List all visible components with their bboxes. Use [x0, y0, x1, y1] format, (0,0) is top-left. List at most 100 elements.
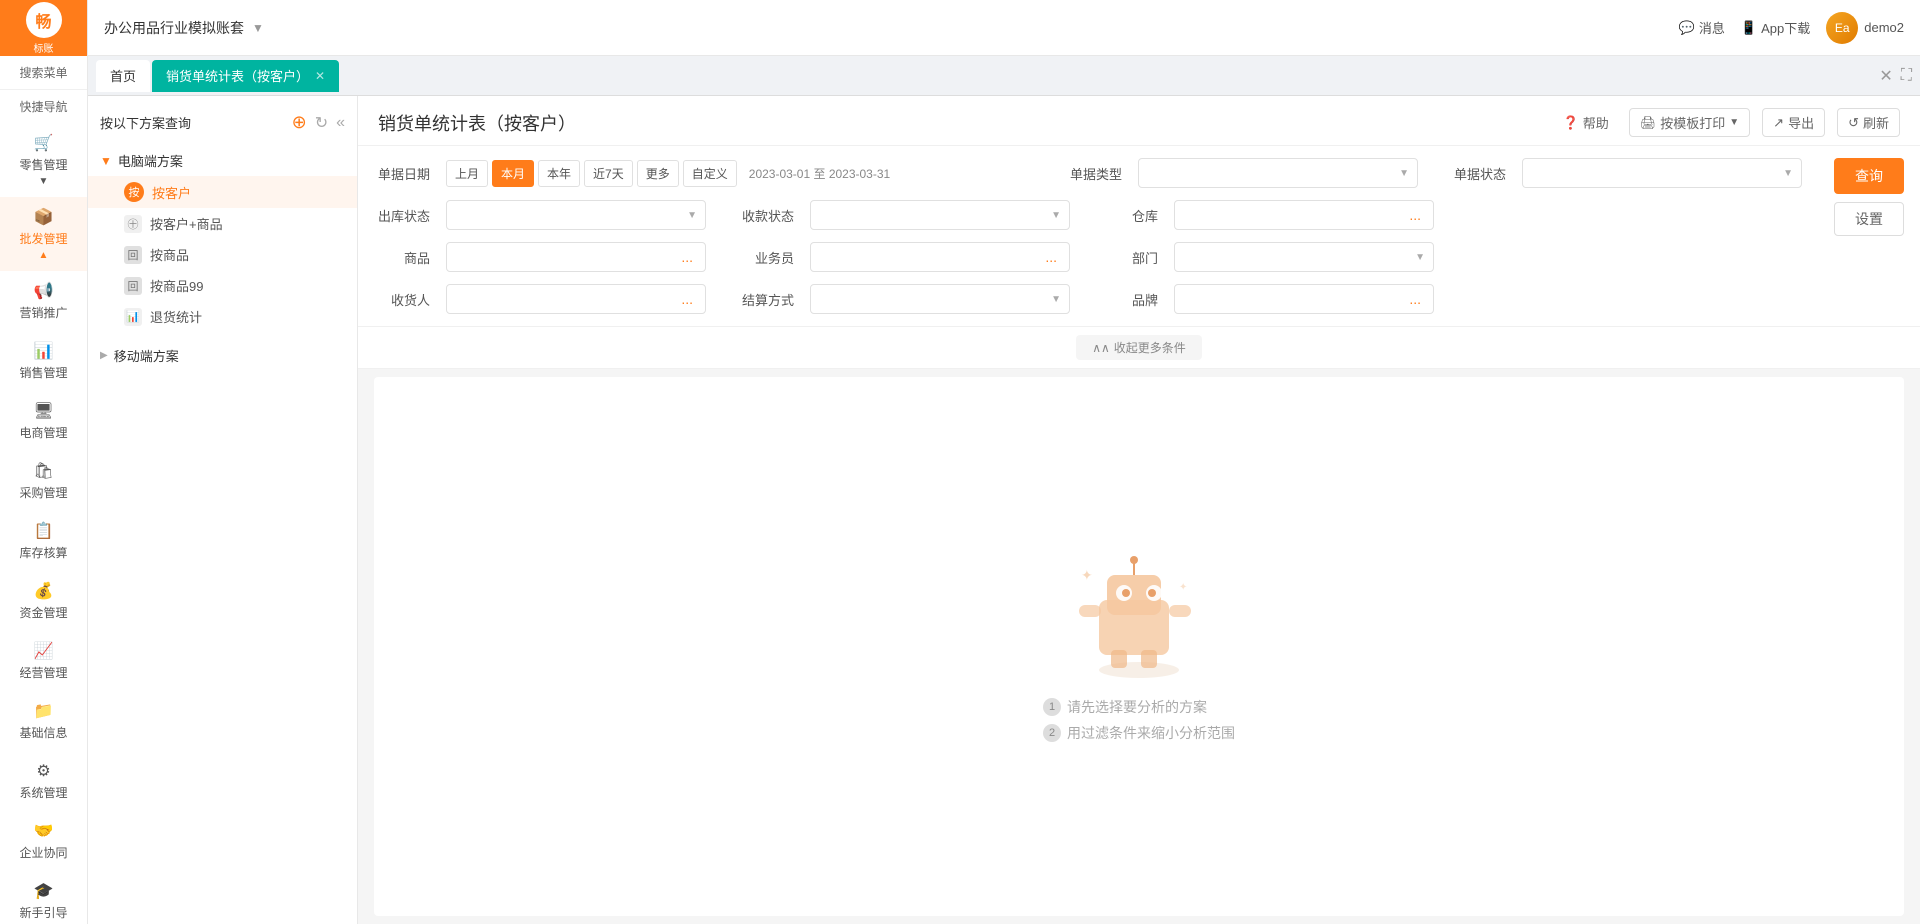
goods-dots[interactable]: ... [677, 249, 697, 265]
hint2-text: 用过滤条件来缩小分析范围 [1067, 723, 1235, 743]
tree-child-customer-goods[interactable]: ㊉ 按客户+商品 [88, 208, 357, 239]
consignee-dots[interactable]: ... [677, 291, 697, 307]
doc-status-select[interactable]: ▼ [1522, 158, 1802, 188]
tree-parent-mobile[interactable]: ▶ 移动端方案 [88, 340, 357, 371]
print-button[interactable]: 🖨 按模板打印 ▼ [1629, 108, 1750, 137]
sidebar-quick-nav[interactable]: 快捷导航 [0, 90, 87, 123]
help-button[interactable]: ❓ 帮助 [1555, 109, 1617, 136]
date-btn-this-year[interactable]: 本年 [538, 160, 580, 187]
avatar: Ea [1826, 12, 1858, 44]
topbar-left: 办公用品行业模拟账套 ▼ [104, 18, 264, 38]
add-scheme-icon[interactable]: ⊕ [292, 112, 307, 133]
consignee-select[interactable]: ... [446, 284, 706, 314]
search-menu-label[interactable]: 搜索菜单 [19, 66, 67, 80]
consignee-label: 收货人 [374, 290, 430, 309]
settlement-select[interactable]: ▼ [810, 284, 1070, 314]
brand-dots[interactable]: ... [1405, 291, 1425, 307]
sidebar-item-retail[interactable]: 🛒 零售管理 ▼ [0, 123, 87, 197]
query-button[interactable]: 查询 [1834, 158, 1904, 194]
tree-child-label: 按商品 [150, 245, 189, 264]
user-profile[interactable]: Ea demo2 [1826, 12, 1904, 44]
sidebar-item-basics[interactable]: 📁 基础信息 [0, 691, 87, 751]
warehouse-select[interactable]: ... [1174, 200, 1434, 230]
out-status-select[interactable]: ▼ [446, 200, 706, 230]
export-icon: ↗ [1773, 115, 1784, 131]
settlement-arrow-icon: ▼ [1051, 294, 1061, 305]
brand-select[interactable]: ... [1174, 284, 1434, 314]
left-panel-header: 按以下方案查询 ⊕ ↻ « [88, 104, 357, 141]
dept-select[interactable]: ▼ [1174, 242, 1434, 272]
sidebar-item-inventory[interactable]: 📋 库存核算 [0, 511, 87, 571]
basics-icon: 📁 [34, 701, 54, 721]
sidebar-item-marketing[interactable]: 📢 营销推广 [0, 271, 87, 331]
refresh-button[interactable]: ↺ 刷新 [1837, 108, 1900, 137]
sales-icon: 📊 [34, 341, 54, 361]
tree-child-by-customer[interactable]: 按 按客户 [88, 176, 357, 208]
tab-sales-stats[interactable]: 销货单统计表（按客户） ✕ [152, 60, 339, 92]
sidebar-search[interactable]: 搜索菜单 [0, 56, 87, 90]
sidebar-item-label: 销售管理 [19, 364, 67, 381]
sidebar-item-enterprise[interactable]: 🤝 企业协同 [0, 811, 87, 871]
date-btn-this-month[interactable]: 本月 [492, 160, 534, 187]
tabbar: 首页 销货单统计表（按客户） ✕ ✕ ⛶ [88, 56, 1920, 96]
tree-child-goods99[interactable]: 回 按商品99 [88, 270, 357, 301]
sidebar-item-operations[interactable]: 📈 经营管理 [0, 631, 87, 691]
warehouse-label: 仓库 [1102, 206, 1158, 225]
empty-state: ✦ ✦ 1 请先选择要分析的方案 2 [1043, 545, 1235, 749]
app-download-button[interactable]: 📱 App下载 [1741, 18, 1810, 37]
content-area: 按以下方案查询 ⊕ ↻ « ▼ 电脑端方案 按 按客户 [88, 96, 1920, 924]
refresh-scheme-icon[interactable]: ↻ [315, 113, 328, 133]
scheme-icon-goods: 回 [124, 246, 142, 264]
staff-select[interactable]: ... [810, 242, 1070, 272]
tree-parent-desktop[interactable]: ▼ 电脑端方案 [88, 145, 357, 176]
collapse-panel-icon[interactable]: « [336, 114, 345, 132]
date-btn-7days[interactable]: 近7天 [584, 160, 633, 187]
staff-dots[interactable]: ... [1041, 249, 1061, 265]
tab-sales-stats-label: 销货单统计表（按客户） [166, 66, 309, 85]
right-panel: 销货单统计表（按客户） ❓ 帮助 🖨 按模板打印 ▼ ↗ 导出 [358, 96, 1920, 924]
expand-icon: ▼ [39, 176, 49, 187]
collapse-button[interactable]: ∧∧ 收起更多条件 [1076, 335, 1202, 360]
quick-nav-label[interactable]: 快捷导航 [19, 100, 67, 114]
collapse-up-icon: ∧∧ [1092, 341, 1110, 355]
tree-section-desktop: ▼ 电脑端方案 按 按客户 ㊉ 按客户+商品 回 [88, 141, 357, 336]
doc-type-arrow-icon: ▼ [1399, 168, 1409, 179]
scheme-icon-customer: 按 [124, 182, 144, 202]
sidebar-item-purchase[interactable]: 🛍 采购管理 [0, 451, 87, 511]
scheme-icon-return: 📊 [124, 308, 142, 326]
sidebar-item-finance[interactable]: 💰 资金管理 [0, 571, 87, 631]
logo-sub-label: 标账 [34, 40, 54, 55]
sidebar-item-label: 电商管理 [19, 424, 67, 441]
message-button[interactable]: 💬 消息 [1679, 18, 1725, 37]
date-btn-more[interactable]: 更多 [637, 160, 679, 187]
date-btn-custom[interactable]: 自定义 [683, 160, 737, 187]
tree-child-return-stats[interactable]: 📊 退货统计 [88, 301, 357, 332]
tab-home[interactable]: 首页 [96, 60, 150, 92]
warehouse-dots[interactable]: ... [1405, 207, 1425, 223]
avatar-text: Ea [1835, 21, 1850, 35]
hint1-text: 请先选择要分析的方案 [1067, 697, 1207, 717]
sidebar-item-ecommerce[interactable]: 🖥 电商管理 [0, 391, 87, 451]
sidebar-item-wholesale[interactable]: 📦 批发管理 ▲ [0, 197, 87, 271]
guide-icon: 🎓 [34, 881, 54, 901]
sidebar-item-sales[interactable]: 📊 销售管理 [0, 331, 87, 391]
date-btn-last-month[interactable]: 上月 [446, 160, 488, 187]
doc-type-select[interactable]: ▼ [1138, 158, 1418, 188]
sidebar-item-label: 批发管理 [19, 230, 67, 247]
scheme-icon-text: 按 [129, 184, 140, 200]
svg-text:✦: ✦ [1179, 582, 1187, 593]
maximize-icon[interactable]: ⛶ [1901, 67, 1912, 85]
sidebar-item-system[interactable]: ⚙ 系统管理 [0, 751, 87, 811]
goods-select[interactable]: ... [446, 242, 706, 272]
receipt-status-select[interactable]: ▼ [810, 200, 1070, 230]
dropdown-arrow-icon[interactable]: ▼ [252, 21, 264, 35]
tree-child-label: 按客户 [152, 183, 191, 202]
settings-button[interactable]: 设置 [1834, 202, 1904, 236]
tab-close-icon[interactable]: ✕ [315, 69, 325, 83]
logo-icon: 畅 [26, 2, 62, 38]
export-button[interactable]: ↗ 导出 [1762, 108, 1825, 137]
close-window-icon[interactable]: ✕ [1879, 66, 1892, 86]
tree-child-by-goods[interactable]: 回 按商品 [88, 239, 357, 270]
sidebar-item-guide[interactable]: 🎓 新手引导 [0, 871, 87, 924]
filter-row-3: 商品 ... 业务员 ... 部门 ▼ [374, 242, 1802, 272]
